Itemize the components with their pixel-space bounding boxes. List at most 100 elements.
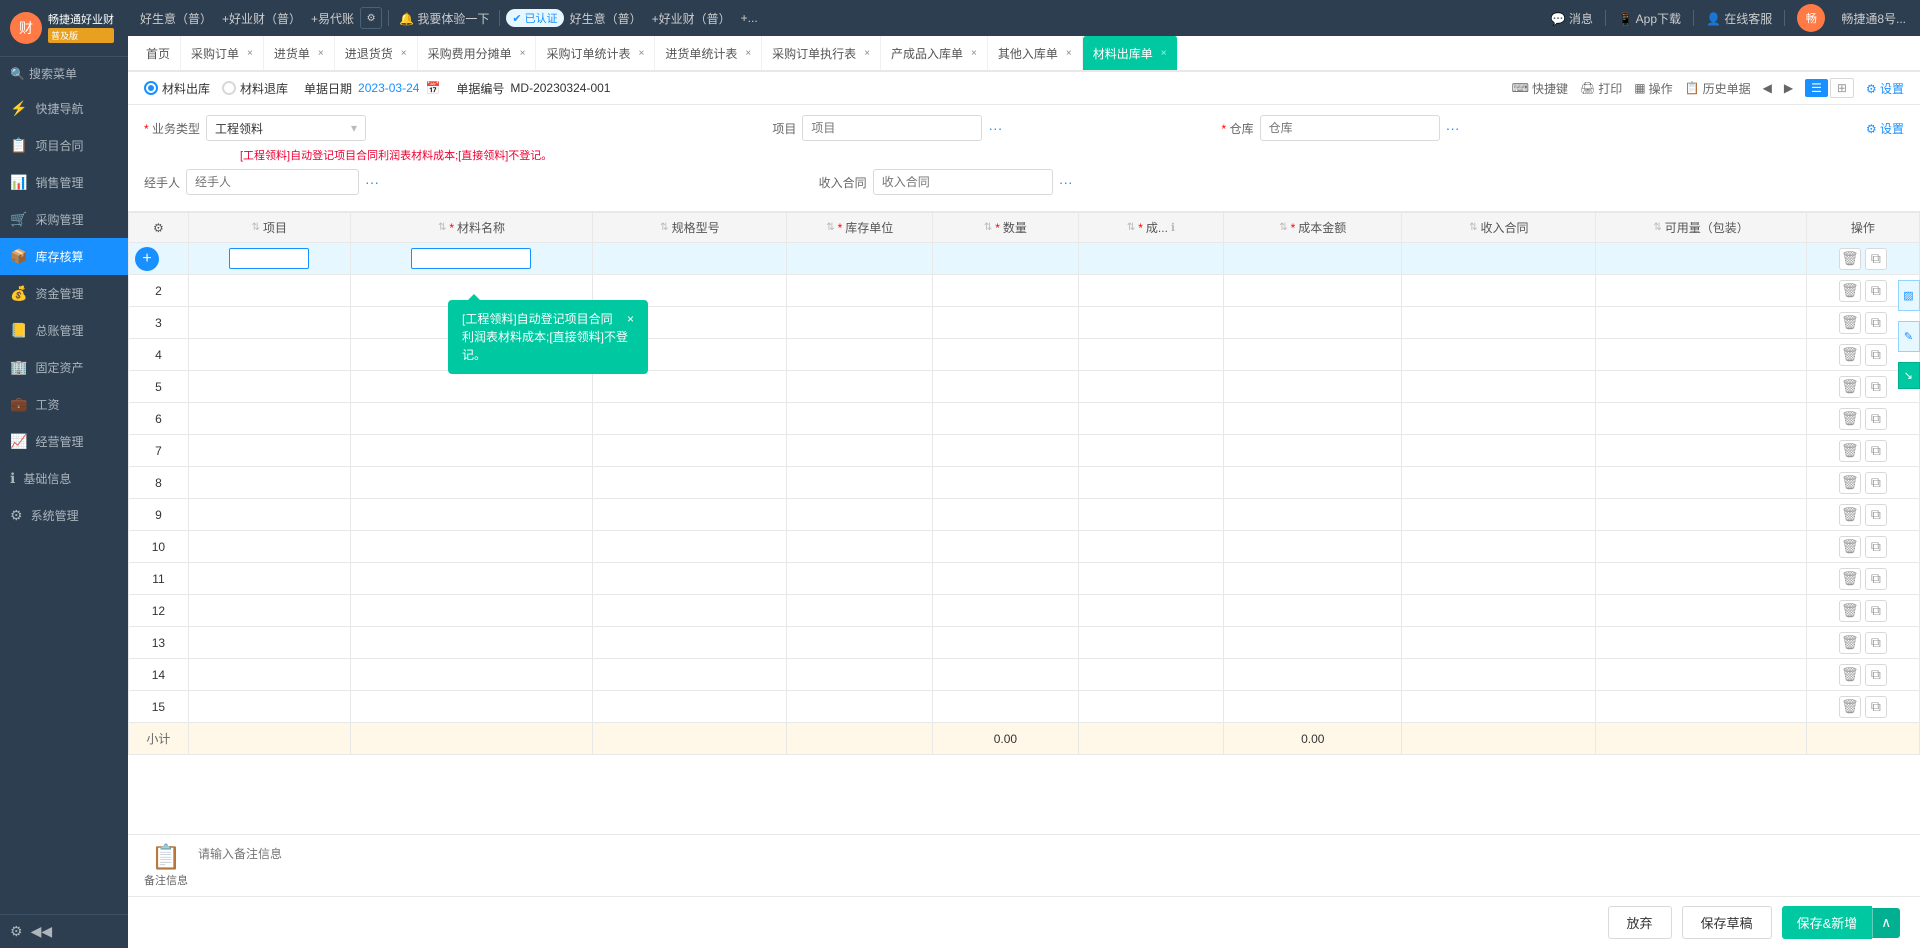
handler-input[interactable] <box>186 169 359 195</box>
copy-row-11-button[interactable]: ⧉ <box>1865 568 1887 590</box>
col-sort-icon9[interactable]: ⇅ <box>1653 222 1661 233</box>
row-cost-6[interactable] <box>1078 403 1224 435</box>
delete-row-13-button[interactable]: 🗑 <box>1839 632 1861 654</box>
row-cost-amount-3[interactable] <box>1224 307 1402 339</box>
tab-2[interactable]: 进货单× <box>264 36 335 70</box>
tab-7[interactable]: 采购订单执行表× <box>762 36 881 70</box>
delete-row-6-button[interactable]: 🗑 <box>1839 408 1861 430</box>
note-input[interactable] <box>198 843 1904 865</box>
row-cost-amount-5[interactable] <box>1224 371 1402 403</box>
nav-link-yidaizhang[interactable]: +易代账 <box>307 10 358 27</box>
row-project-9[interactable] <box>188 499 350 531</box>
row-available-11[interactable] <box>1596 563 1806 595</box>
sidebar-item-总账管理[interactable]: 📒总账管理 <box>0 312 128 349</box>
row-project-10[interactable] <box>188 531 350 563</box>
delete-row-3-button[interactable]: 🗑 <box>1839 312 1861 334</box>
row-available-6[interactable] <box>1596 403 1806 435</box>
tab-8[interactable]: 产成品入库单× <box>881 36 988 70</box>
row-quantity-14[interactable] <box>933 659 1079 691</box>
sidebar-item-经营管理[interactable]: 📈经营管理 <box>0 423 128 460</box>
row-project-13[interactable] <box>188 627 350 659</box>
row-cost-amount-cell[interactable] <box>1224 243 1402 275</box>
row-income-contract-13[interactable] <box>1402 627 1596 659</box>
row-cost-amount-4[interactable] <box>1224 339 1402 371</box>
copy-row-6-button[interactable]: ⧉ <box>1865 408 1887 430</box>
row-project-input[interactable] <box>229 248 309 269</box>
right-tool-2[interactable]: ✎ <box>1898 321 1920 352</box>
nav-link-haoshengyi2[interactable]: 好生意（普） <box>566 10 646 27</box>
row-spec-15[interactable] <box>593 691 787 723</box>
copy-row-8-button[interactable]: ⧉ <box>1865 472 1887 494</box>
row-project-5[interactable] <box>188 371 350 403</box>
delete-row-4-button[interactable]: 🗑 <box>1839 344 1861 366</box>
row-available-13[interactable] <box>1596 627 1806 659</box>
row-income-contract-6[interactable] <box>1402 403 1596 435</box>
row-material-8[interactable] <box>350 467 593 499</box>
tab-close-icon[interactable]: × <box>1066 48 1072 59</box>
tab-close-icon[interactable]: × <box>247 48 253 59</box>
row-cost-2[interactable] <box>1078 275 1224 307</box>
nav-link-haoyecai[interactable]: +好业财（普） <box>218 10 305 27</box>
col-sort-icon4[interactable]: ⇅ <box>826 222 834 233</box>
row-spec-12[interactable] <box>593 595 787 627</box>
row-cost-3[interactable] <box>1078 307 1224 339</box>
row-spec-9[interactable] <box>593 499 787 531</box>
col-sort-icon5[interactable]: ⇅ <box>984 222 992 233</box>
sidebar-item-销售管理[interactable]: 📊销售管理 <box>0 164 128 201</box>
tab-6[interactable]: 进货单统计表× <box>655 36 762 70</box>
col-sort-icon7[interactable]: ⇅ <box>1279 222 1287 233</box>
sidebar-item-项目合同[interactable]: 📋项目合同 <box>0 127 128 164</box>
col-sort-icon3[interactable]: ⇅ <box>660 222 668 233</box>
tab-close-icon[interactable]: × <box>520 48 526 59</box>
copy-row-3-button[interactable]: ⧉ <box>1865 312 1887 334</box>
row-material-15[interactable] <box>350 691 593 723</box>
history-button[interactable]: 📋 历史单据 <box>1685 80 1751 97</box>
row-cost-amount-9[interactable] <box>1224 499 1402 531</box>
nav-link-more[interactable]: +... <box>737 11 762 25</box>
copy-row-12-button[interactable]: ⧉ <box>1865 600 1887 622</box>
row-cost-13[interactable] <box>1078 627 1224 659</box>
delete-row-9-button[interactable]: 🗑 <box>1839 504 1861 526</box>
row-income-contract-14[interactable] <box>1402 659 1596 691</box>
tab-1[interactable]: 采购订单× <box>181 36 264 70</box>
row-available-12[interactable] <box>1596 595 1806 627</box>
row-cost-15[interactable] <box>1078 691 1224 723</box>
handler-dots-icon[interactable]: ··· <box>365 174 379 190</box>
collapse-icon[interactable]: ◀◀ <box>31 923 53 940</box>
row-quantity-2[interactable] <box>933 275 1079 307</box>
row-quantity-7[interactable] <box>933 435 1079 467</box>
row-project-7[interactable] <box>188 435 350 467</box>
row-available-cell[interactable] <box>1596 243 1806 275</box>
row-unit-14[interactable] <box>787 659 933 691</box>
row-unit-6[interactable] <box>787 403 933 435</box>
row-spec-10[interactable] <box>593 531 787 563</box>
row-unit-9[interactable] <box>787 499 933 531</box>
warehouse-input[interactable] <box>1260 115 1440 141</box>
row-cost-amount-13[interactable] <box>1224 627 1402 659</box>
tab-close-icon[interactable]: × <box>401 48 407 59</box>
copy-row-2-button[interactable]: ⧉ <box>1865 280 1887 302</box>
nav-link-experience[interactable]: 🔔 我要体验一下 <box>395 10 493 27</box>
sidebar-item-系统管理[interactable]: ⚙系统管理 <box>0 497 128 534</box>
sidebar-item-工资[interactable]: 💼工资 <box>0 386 128 423</box>
row-material-cell[interactable] <box>350 243 593 275</box>
row-material-13[interactable] <box>350 627 593 659</box>
row-available-2[interactable] <box>1596 275 1806 307</box>
row-income-contract-11[interactable] <box>1402 563 1596 595</box>
row-available-7[interactable] <box>1596 435 1806 467</box>
operate-button[interactable]: ▦ 操作 <box>1634 80 1672 97</box>
row-material-10[interactable] <box>350 531 593 563</box>
copy-row-5-button[interactable]: ⧉ <box>1865 376 1887 398</box>
row-spec-14[interactable] <box>593 659 787 691</box>
row-income-contract-2[interactable] <box>1402 275 1596 307</box>
row-cost-amount-10[interactable] <box>1224 531 1402 563</box>
row-quantity-cell[interactable] <box>933 243 1079 275</box>
delete-row-2-button[interactable]: 🗑 <box>1839 280 1861 302</box>
row-project-4[interactable] <box>188 339 350 371</box>
row-unit-8[interactable] <box>787 467 933 499</box>
row-unit-11[interactable] <box>787 563 933 595</box>
row-quantity-12[interactable] <box>933 595 1079 627</box>
delete-row-12-button[interactable]: 🗑 <box>1839 600 1861 622</box>
copy-row-7-button[interactable]: ⧉ <box>1865 440 1887 462</box>
row-income-contract-8[interactable] <box>1402 467 1596 499</box>
